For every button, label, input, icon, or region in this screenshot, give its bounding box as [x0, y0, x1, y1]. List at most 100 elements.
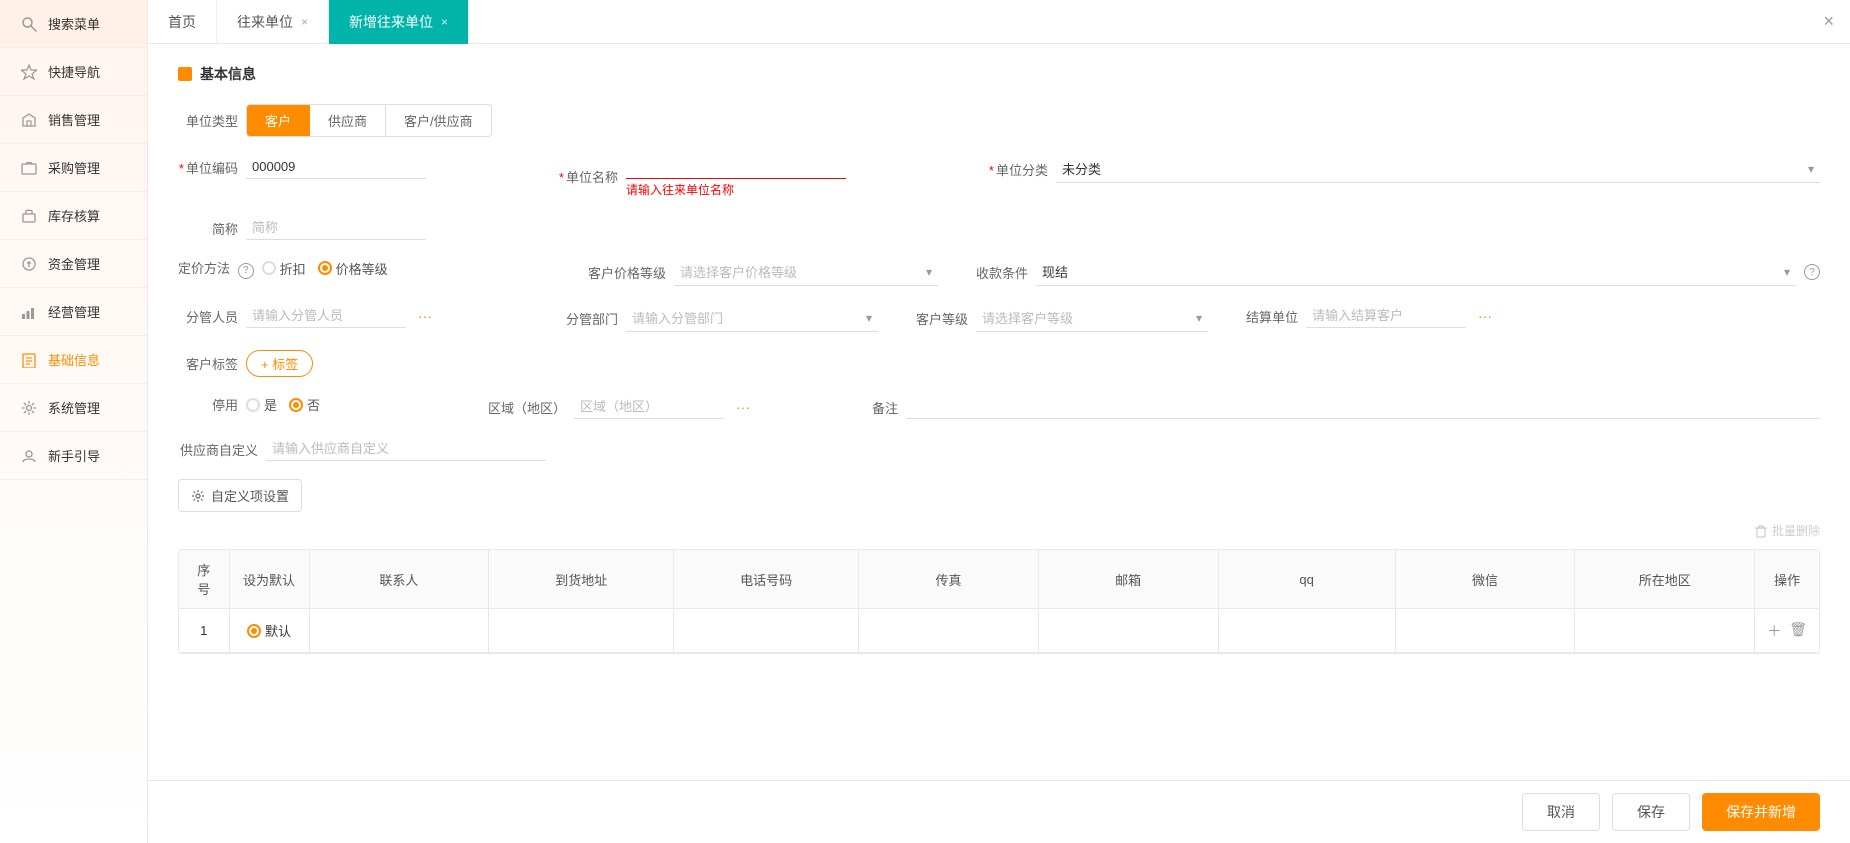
unit-type-both[interactable]: 客户/供应商: [386, 105, 491, 136]
customer-tag-btn[interactable]: + 标签: [246, 350, 313, 377]
tab-home-label: 首页: [168, 12, 196, 32]
sidebar-item-inventory[interactable]: 库存核算: [0, 192, 147, 240]
pricing-field: 定价方法 ? 折扣 价格等级: [178, 258, 558, 279]
sidebar-item-sales[interactable]: 销售管理: [0, 96, 147, 144]
unit-category-select[interactable]: 未分类 ▾: [1056, 155, 1820, 183]
cell-contact[interactable]: [309, 609, 489, 653]
alias-row: 简称: [178, 216, 1820, 240]
custom-settings-btn[interactable]: 自定义项设置: [178, 479, 302, 512]
row-region-input[interactable]: [1587, 619, 1742, 642]
col-phone: 电话号码: [674, 550, 859, 609]
table-row: 1 默认: [179, 609, 1819, 653]
phone-input[interactable]: [686, 619, 846, 642]
tab-home[interactable]: 首页: [148, 0, 217, 44]
unit-name-label: *单位名称: [558, 167, 618, 186]
sidebar-item-new-guide[interactable]: 新手引导: [0, 432, 147, 480]
sidebar-item-operations[interactable]: 经营管理: [0, 288, 147, 336]
cancel-button[interactable]: 取消: [1522, 793, 1600, 831]
payment-terms-chevron: ▾: [1784, 265, 1790, 279]
unit-type-customer[interactable]: 客户: [247, 105, 310, 136]
disabled-yes-circle: [246, 398, 260, 412]
tab-partner-close[interactable]: ×: [301, 15, 308, 29]
sidebar-item-quick-nav[interactable]: 快捷导航: [0, 48, 147, 96]
row-add-btn[interactable]: ＋: [1767, 621, 1781, 641]
alias-input[interactable]: [246, 216, 426, 240]
customer-price-level-select[interactable]: 请选择客户价格等级 ▾: [674, 258, 938, 286]
settlement-unit-more-btn[interactable]: ···: [1474, 308, 1496, 324]
customer-level-select[interactable]: 请选择客户等级 ▾: [976, 304, 1208, 332]
cell-phone[interactable]: [674, 609, 859, 653]
cell-qq[interactable]: [1218, 609, 1395, 653]
supplier-custom-row: 供应商自定义: [178, 437, 1820, 461]
remark-input[interactable]: [906, 395, 1820, 419]
alias-label: 简称: [178, 219, 238, 238]
disabled-yes[interactable]: 是: [246, 395, 277, 414]
pricing-discount[interactable]: 折扣: [262, 259, 306, 278]
cell-region[interactable]: [1575, 609, 1755, 653]
unit-category-required: *: [989, 163, 994, 178]
payment-terms-label: 收款条件: [968, 263, 1028, 282]
batch-delete-label: 批量删除: [1772, 522, 1820, 539]
batch-delete-btn[interactable]: 批量删除: [1754, 522, 1820, 539]
tab-partner[interactable]: 往来单位 ×: [217, 0, 329, 44]
email-input[interactable]: [1051, 619, 1206, 642]
customer-price-level-label: 客户价格等级: [588, 263, 666, 282]
disabled-no-dot: [293, 402, 299, 408]
tab-new-partner[interactable]: 新增往来单位 ×: [329, 0, 469, 44]
pricing-discount-label: 折扣: [280, 259, 306, 278]
cell-fax[interactable]: [859, 609, 1039, 653]
tab-new-partner-close[interactable]: ×: [441, 15, 448, 29]
table-body: 1 默认: [179, 609, 1819, 653]
sidebar-item-finance-label: 资金管理: [48, 254, 100, 273]
address-input[interactable]: [501, 619, 661, 642]
sidebar-item-system[interactable]: 系统管理: [0, 384, 147, 432]
save-new-button[interactable]: 保存并新增: [1702, 793, 1820, 831]
pricing-price-level[interactable]: 价格等级: [318, 259, 388, 278]
pricing-label: 定价方法 ?: [178, 258, 254, 279]
sidebar-item-basic-info[interactable]: 基础信息: [0, 336, 147, 384]
window-close-btn[interactable]: ×: [1807, 11, 1850, 32]
disabled-no[interactable]: 否: [289, 395, 320, 414]
payment-terms-help-icon[interactable]: ?: [1804, 264, 1820, 280]
unit-name-wrapper: 请输入往来单位名称: [626, 155, 958, 198]
trash-icon: [1754, 524, 1768, 538]
payment-terms-select[interactable]: 现结 ▾: [1036, 258, 1796, 286]
cell-address[interactable]: [489, 609, 674, 653]
manager-input[interactable]: [246, 304, 406, 328]
contact-input[interactable]: [322, 619, 477, 642]
region-input[interactable]: [574, 395, 724, 419]
pricing-help-icon[interactable]: ?: [238, 263, 254, 279]
contacts-table: 序号 设为默认 联系人 到货地址 电话号码 传真 邮箱 qq 微信 所在地区 操…: [179, 550, 1819, 653]
customer-tag-label: 客户标签: [178, 354, 238, 373]
unit-type-supplier[interactable]: 供应商: [310, 105, 386, 136]
qq-input[interactable]: [1231, 619, 1383, 642]
sales-icon: [20, 111, 38, 129]
wechat-input[interactable]: [1408, 619, 1563, 642]
department-select[interactable]: 请输入分管部门 ▾: [626, 304, 878, 332]
manager-more-btn[interactable]: ···: [414, 308, 436, 324]
fax-input[interactable]: [871, 619, 1026, 642]
purchase-icon: [20, 159, 38, 177]
col-email: 邮箱: [1038, 550, 1218, 609]
save-button[interactable]: 保存: [1612, 793, 1690, 831]
sidebar: 搜索菜单 快捷导航 销售管理 采购管理 库存核算 资金管理 经营管理: [0, 0, 148, 843]
col-wechat: 微信: [1395, 550, 1575, 609]
unit-code-input[interactable]: [246, 155, 426, 179]
cell-wechat[interactable]: [1395, 609, 1575, 653]
sidebar-item-search[interactable]: 搜索菜单: [0, 0, 147, 48]
disabled-no-circle: [289, 398, 303, 412]
row-delete-btn[interactable]: 🗑: [1789, 621, 1807, 641]
table-header-row: 序号 设为默认 联系人 到货地址 电话号码 传真 邮箱 qq 微信 所在地区 操…: [179, 550, 1819, 609]
sidebar-item-purchase[interactable]: 采购管理: [0, 144, 147, 192]
cell-email[interactable]: [1038, 609, 1218, 653]
supplier-custom-input[interactable]: [266, 437, 546, 461]
sidebar-item-finance[interactable]: 资金管理: [0, 240, 147, 288]
col-region: 所在地区: [1575, 550, 1755, 609]
row-default-circle[interactable]: [247, 624, 261, 638]
region-more-btn[interactable]: ···: [732, 399, 754, 415]
unit-name-input[interactable]: [626, 155, 846, 179]
sidebar-item-search-label: 搜索菜单: [48, 14, 100, 33]
col-default: 设为默认: [229, 550, 309, 609]
sidebar-item-quick-nav-label: 快捷导航: [48, 62, 100, 81]
settlement-unit-input[interactable]: [1306, 304, 1466, 328]
